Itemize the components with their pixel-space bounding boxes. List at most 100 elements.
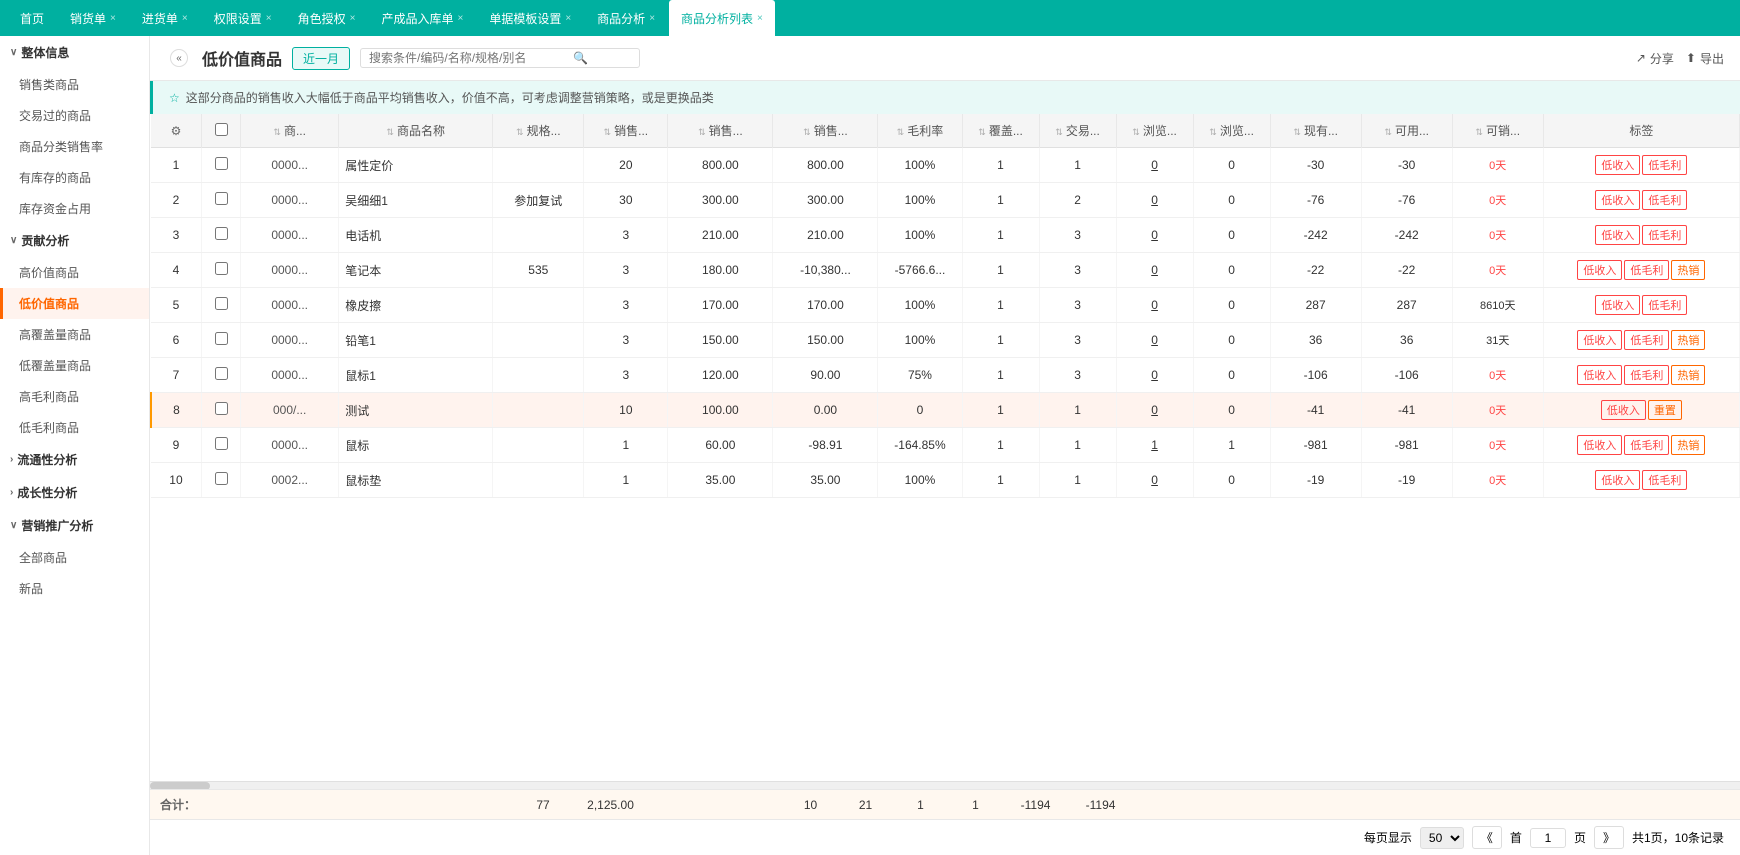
row-checkbox[interactable]: [215, 367, 228, 380]
close-icon[interactable]: ×: [565, 13, 571, 24]
close-icon[interactable]: ×: [757, 13, 763, 24]
th-avail-stock[interactable]: ⇅ 可用...: [1361, 114, 1452, 148]
row-view1[interactable]: 0: [1116, 393, 1193, 428]
view-link[interactable]: 0: [1151, 193, 1158, 207]
row-checkbox[interactable]: [215, 402, 228, 415]
th-sale-qty[interactable]: ⇅ 销售...: [584, 114, 668, 148]
sidebar-item-all-goods[interactable]: 全部商品: [0, 542, 149, 573]
row-check[interactable]: [201, 358, 240, 393]
page-number-input[interactable]: [1530, 828, 1566, 848]
row-check[interactable]: [201, 183, 240, 218]
sidebar-item-new-goods[interactable]: 新品: [0, 573, 149, 604]
nav-product-analysis-list[interactable]: 商品分析列表 ×: [669, 0, 775, 36]
row-view1[interactable]: 0: [1116, 253, 1193, 288]
th-view2[interactable]: ⇅ 浏览...: [1193, 114, 1270, 148]
nav-purchase[interactable]: 进货单 ×: [130, 0, 200, 36]
view-link[interactable]: 0: [1151, 298, 1158, 312]
row-checkbox[interactable]: [215, 437, 228, 450]
row-view1[interactable]: 0: [1116, 183, 1193, 218]
nav-role-auth[interactable]: 角色授权 ×: [286, 0, 368, 36]
row-name[interactable]: 鼠标: [339, 428, 493, 463]
view-link[interactable]: 0: [1151, 368, 1158, 382]
row-checkbox[interactable]: [215, 157, 228, 170]
row-code[interactable]: 000/...: [241, 393, 339, 428]
close-icon[interactable]: ×: [266, 13, 272, 24]
row-check[interactable]: [201, 288, 240, 323]
row-code[interactable]: 0002...: [241, 463, 339, 498]
th-check[interactable]: [201, 114, 240, 148]
row-code[interactable]: 0000...: [241, 253, 339, 288]
close-icon[interactable]: ×: [110, 13, 116, 24]
row-view1[interactable]: 0: [1116, 358, 1193, 393]
view-link[interactable]: 0: [1151, 158, 1158, 172]
export-button[interactable]: ⬆ 导出: [1686, 50, 1724, 67]
row-name[interactable]: 鼠标1: [339, 358, 493, 393]
horizontal-scrollbar[interactable]: [150, 781, 1740, 789]
sidebar-group-overall[interactable]: ∨ 整体信息: [0, 36, 149, 69]
row-checkbox[interactable]: [215, 332, 228, 345]
sidebar-item-high-coverage[interactable]: 高覆盖量商品: [0, 319, 149, 350]
row-view1[interactable]: 0: [1116, 323, 1193, 358]
row-view1[interactable]: 0: [1116, 218, 1193, 253]
sidebar-item-high-value[interactable]: 高价值商品: [0, 257, 149, 288]
sidebar-item-sales-goods[interactable]: 销售类商品: [0, 69, 149, 100]
th-coverage[interactable]: ⇅ 覆盖...: [962, 114, 1039, 148]
sidebar-group-growth[interactable]: › 成长性分析: [0, 476, 149, 509]
sidebar-group-circulation[interactable]: › 流通性分析: [0, 443, 149, 476]
nav-permissions[interactable]: 权限设置 ×: [202, 0, 284, 36]
row-checkbox[interactable]: [215, 297, 228, 310]
close-icon[interactable]: ×: [649, 13, 655, 24]
sidebar-item-in-stock-goods[interactable]: 有库存的商品: [0, 162, 149, 193]
row-check[interactable]: [201, 253, 240, 288]
row-code[interactable]: 0000...: [241, 148, 339, 183]
close-icon[interactable]: ×: [182, 13, 188, 24]
view-link[interactable]: 0: [1151, 403, 1158, 417]
row-code[interactable]: 0000...: [241, 288, 339, 323]
sidebar-group-contribution[interactable]: ∨ 贡献分析: [0, 224, 149, 257]
first-page-button[interactable]: 《: [1472, 826, 1502, 849]
nav-product-storage[interactable]: 产成品入库单 ×: [369, 0, 475, 36]
nav-product-analysis[interactable]: 商品分析 ×: [585, 0, 667, 36]
row-view1[interactable]: 0: [1116, 148, 1193, 183]
collapse-sidebar-button[interactable]: «: [170, 49, 188, 67]
row-code[interactable]: 0000...: [241, 183, 339, 218]
row-name[interactable]: 吴细细1: [339, 183, 493, 218]
search-input[interactable]: [369, 51, 569, 65]
sidebar-item-low-margin[interactable]: 低毛利商品: [0, 412, 149, 443]
row-name[interactable]: 笔记本: [339, 253, 493, 288]
per-page-select[interactable]: 50: [1420, 827, 1464, 849]
row-checkbox[interactable]: [215, 472, 228, 485]
view-link[interactable]: 0: [1151, 228, 1158, 242]
close-icon[interactable]: ×: [457, 13, 463, 24]
row-name[interactable]: 测试: [339, 393, 493, 428]
row-name[interactable]: 鼠标垫: [339, 463, 493, 498]
nav-sales[interactable]: 销货单 ×: [58, 0, 128, 36]
th-trade[interactable]: ⇅ 交易...: [1039, 114, 1116, 148]
th-settings[interactable]: ⚙: [151, 114, 201, 148]
th-sale-profit[interactable]: ⇅ 销售...: [773, 114, 878, 148]
row-checkbox[interactable]: [215, 192, 228, 205]
view-link[interactable]: 0: [1151, 333, 1158, 347]
sidebar-item-category-sales-rate[interactable]: 商品分类销售率: [0, 131, 149, 162]
row-check[interactable]: [201, 323, 240, 358]
th-spec[interactable]: ⇅ 规格...: [493, 114, 584, 148]
last-page-button[interactable]: 》: [1594, 826, 1624, 849]
row-view1[interactable]: 0: [1116, 463, 1193, 498]
row-check[interactable]: [201, 393, 240, 428]
sidebar-item-low-coverage[interactable]: 低覆盖量商品: [0, 350, 149, 381]
share-button[interactable]: ↗ 分享: [1636, 50, 1674, 67]
row-code[interactable]: 0000...: [241, 218, 339, 253]
view-link[interactable]: 1: [1151, 438, 1158, 452]
row-name[interactable]: 橡皮擦: [339, 288, 493, 323]
th-view1[interactable]: ⇅ 浏览...: [1116, 114, 1193, 148]
select-all-checkbox[interactable]: [215, 123, 228, 136]
sidebar-item-low-value[interactable]: 低价值商品: [0, 288, 149, 319]
th-current-stock[interactable]: ⇅ 现有...: [1270, 114, 1361, 148]
th-name[interactable]: ⇅ 商品名称: [339, 114, 493, 148]
close-icon[interactable]: ×: [350, 13, 356, 24]
th-sellable[interactable]: ⇅ 可销...: [1452, 114, 1543, 148]
row-check[interactable]: [201, 463, 240, 498]
row-check[interactable]: [201, 148, 240, 183]
row-view1[interactable]: 1: [1116, 428, 1193, 463]
row-code[interactable]: 0000...: [241, 358, 339, 393]
